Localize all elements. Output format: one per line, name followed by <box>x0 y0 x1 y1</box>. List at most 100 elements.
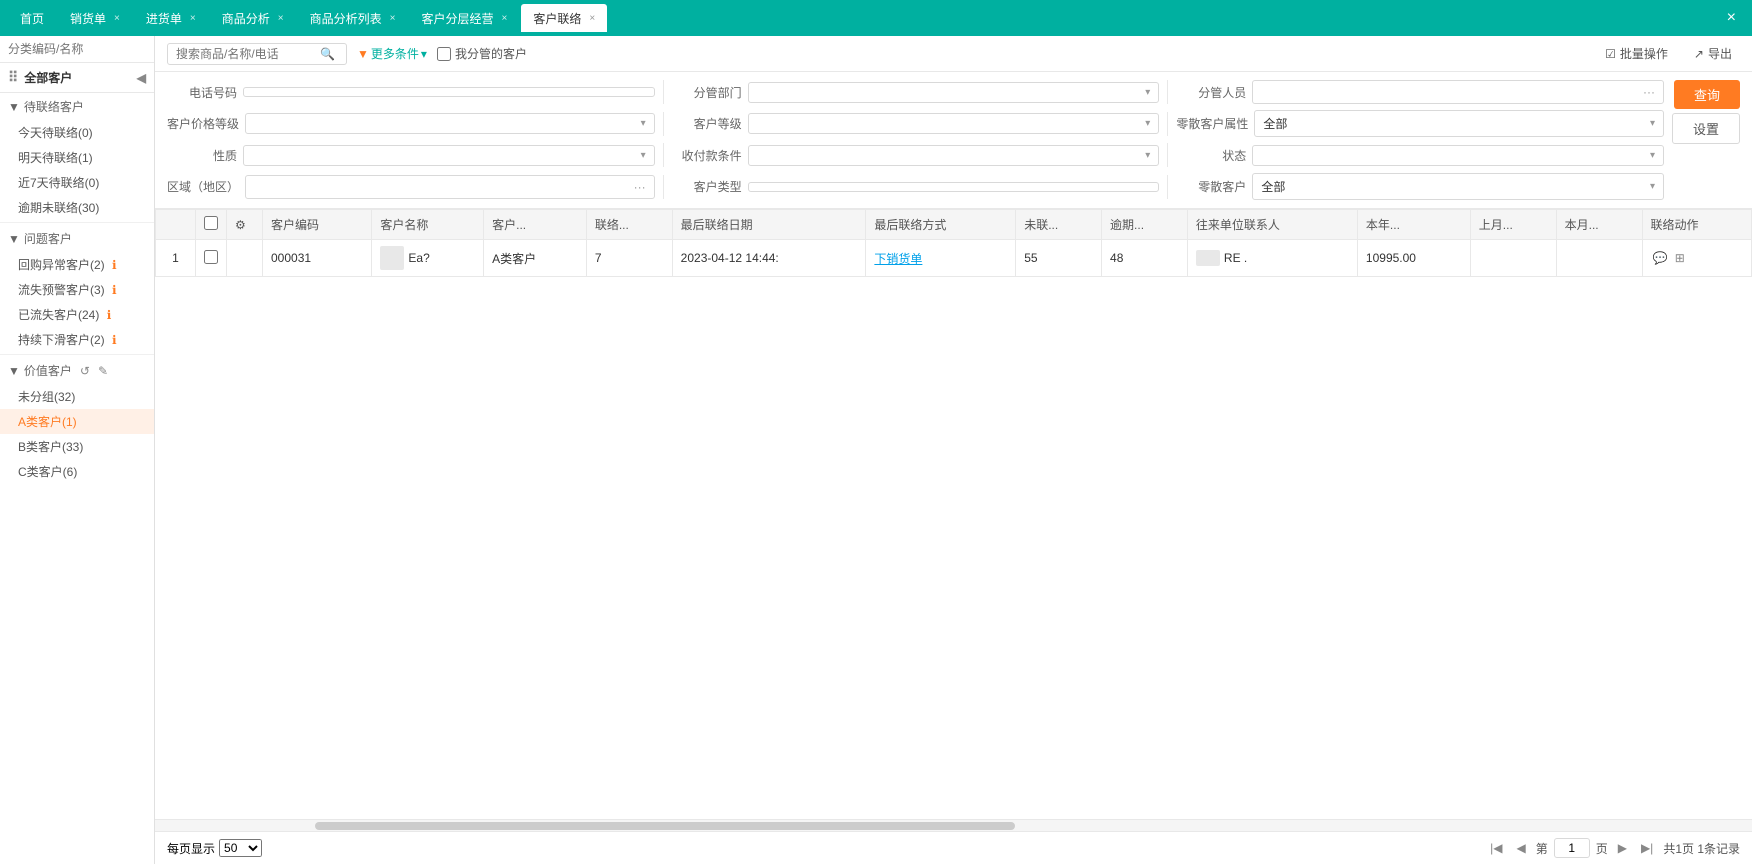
chevron-down-icon: ▾ <box>641 150 646 161</box>
nav-home[interactable]: 首页 <box>8 10 56 27</box>
scrollbar-thumb[interactable] <box>315 822 1015 830</box>
settings-button[interactable]: 设置 <box>1672 113 1740 144</box>
advanced-filter: 电话号码 分管部门 ▾ <box>155 72 1752 209</box>
query-button[interactable]: 查询 <box>1674 80 1740 109</box>
close-icon[interactable]: × <box>114 13 120 24</box>
search-input[interactable] <box>176 47 316 61</box>
sidebar-item-declining[interactable]: 持续下滑客户(2) ℹ <box>0 327 154 352</box>
filter-field-nature: 性质 ▾ <box>167 145 655 166</box>
section-label: 待联络客户 <box>24 98 84 115</box>
filter-label-region: 区域（地区） <box>167 178 239 195</box>
sidebar-item-b-class[interactable]: B类客户(33) <box>0 434 154 459</box>
prev-page-button[interactable]: ◀ <box>1512 841 1529 855</box>
filter-input-phone[interactable] <box>243 87 655 97</box>
my-customers-checkbox[interactable] <box>437 47 451 61</box>
chevron-down-icon: ▾ <box>1145 87 1150 98</box>
sidebar-item-today[interactable]: 今天待联络(0) <box>0 120 154 145</box>
nav-tab-sales[interactable]: 销货单 × <box>58 4 132 32</box>
cell-checkbox <box>196 240 227 277</box>
chat-icon[interactable]: 💬 <box>1651 251 1670 265</box>
col-header-this-year: 本年... <box>1357 210 1470 240</box>
page-number-input[interactable] <box>1554 838 1590 858</box>
sidebar-section-problem[interactable]: ▼ 问题客户 <box>0 225 154 252</box>
search-icon[interactable]: 🔍 <box>320 47 335 61</box>
cell-cust-level: A类客户 <box>484 240 587 277</box>
filter-input-region[interactable]: ··· <box>245 175 655 199</box>
sidebar-item-warning[interactable]: 流失预警客户(3) ℹ <box>0 277 154 302</box>
export-button[interactable]: ↗ 导出 <box>1686 42 1740 65</box>
cell-cust-code: 000031 <box>263 240 372 277</box>
filter-label-cust-type: 客户类型 <box>672 178 742 195</box>
filter-input-price-level[interactable]: ▾ <box>245 113 655 134</box>
filter-input-dept[interactable]: ▾ <box>748 82 1160 103</box>
sidebar-item-overdue[interactable]: 逾期未联络(30) <box>0 195 154 220</box>
sidebar-item-7days[interactable]: 近7天待联络(0) <box>0 170 154 195</box>
cell-this-month <box>1556 240 1642 277</box>
filter-input-nature[interactable]: ▾ <box>243 145 655 166</box>
section-label: 问题客户 <box>24 230 72 247</box>
chevron-down-icon: ▾ <box>1650 118 1655 129</box>
sidebar-item-lost[interactable]: 已流失客户(24) ℹ <box>0 302 154 327</box>
nav-tab-purchase[interactable]: 进货单 × <box>134 4 208 32</box>
page-size-select-input[interactable]: 50 100 200 <box>219 839 262 857</box>
filter-label-payment: 收付款条件 <box>672 147 742 164</box>
batch-op-button[interactable]: ☑ 批量操作 <box>1597 42 1676 65</box>
close-icon[interactable]: × <box>589 13 595 24</box>
more-conditions-btn[interactable]: ▼ 更多条件 ▾ <box>357 45 427 62</box>
filter-input-status[interactable]: ▾ <box>1252 145 1664 166</box>
sidebar-section-pending[interactable]: ▼ 待联络客户 <box>0 93 154 120</box>
qr-icon[interactable]: ⊞ <box>1673 251 1687 265</box>
nav-tab-customer-contact[interactable]: 客户联络 × <box>521 4 607 32</box>
table-container: ⚙ 客户编码 客户名称 客户... 联络... <box>155 209 1752 819</box>
first-page-button[interactable]: |◀ <box>1486 841 1506 855</box>
col-header-overdue: 逾期... <box>1102 210 1188 240</box>
ellipsis-icon: ··· <box>1643 85 1655 99</box>
filter-input-payment[interactable]: ▾ <box>748 145 1160 166</box>
col-header-settings[interactable]: ⚙ <box>227 210 263 240</box>
filter-field-payment: 收付款条件 ▾ <box>672 145 1160 166</box>
col-header-cust-code: 客户编码 <box>263 210 372 240</box>
action-buttons: 查询 设置 <box>1672 80 1740 144</box>
last-page-button[interactable]: ▶| <box>1637 841 1657 855</box>
checkbox-icon: ☑ <box>1605 47 1616 61</box>
filter-input-person[interactable]: ··· <box>1252 80 1664 104</box>
filter-input-scatter-prop[interactable]: 全部 ▾ <box>1254 110 1664 137</box>
filter-field-scatter-prop: 零散客户属性 全部 ▾ <box>1176 110 1664 137</box>
close-icon[interactable]: × <box>278 13 284 24</box>
nav-tab-customer-tier[interactable]: 客户分层经营 × <box>409 4 519 32</box>
collapse-icon[interactable]: ◀ <box>137 71 146 85</box>
select-all-checkbox[interactable] <box>204 216 218 230</box>
filter-bar: 🔍 ▼ 更多条件 ▾ 我分管的客户 ☑ 批量操作 ↗ 导出 <box>155 36 1752 72</box>
col-header-no-contact: 未联... <box>1016 210 1102 240</box>
close-icon[interactable]: × <box>501 13 507 24</box>
filter-input-cust-type[interactable] <box>748 182 1160 192</box>
sidebar-item-abnormal[interactable]: 回购异常客户(2) ℹ <box>0 252 154 277</box>
edit-icon[interactable]: ✎ <box>98 364 108 378</box>
filter-input-scatter-cust[interactable]: 全部 ▾ <box>1252 173 1664 200</box>
sidebar-item-c-class[interactable]: C类客户(6) <box>0 459 154 484</box>
sidebar-section-value[interactable]: ▼ 价值客户 ↺ ✎ <box>0 357 154 384</box>
filter-label-scatter-cust: 零散客户 <box>1176 178 1246 195</box>
nav-tab-analysis-list[interactable]: 商品分析列表 × <box>298 4 408 32</box>
cell-overdue: 48 <box>1102 240 1188 277</box>
page-end-label: 页 <box>1596 840 1608 857</box>
sidebar-search-input[interactable] <box>8 42 155 56</box>
filter-field-region: 区域（地区） ··· <box>167 175 655 199</box>
filter-row-2: 客户价格等级 ▾ 客户等级 ▾ <box>167 110 1664 137</box>
top-nav: 首页 销货单 × 进货单 × 商品分析 × 商品分析列表 × 客户分层经营 × … <box>0 0 1752 36</box>
close-icon[interactable]: × <box>390 13 396 24</box>
refresh-icon[interactable]: ↺ <box>80 364 90 378</box>
sidebar-item-a-class[interactable]: A类客户(1) <box>0 409 154 434</box>
sidebar-item-ungroup[interactable]: 未分组(32) <box>0 384 154 409</box>
sidebar-item-tomorrow[interactable]: 明天待联络(1) <box>0 145 154 170</box>
nav-tab-analysis[interactable]: 商品分析 × <box>210 4 296 32</box>
close-icon[interactable]: × <box>190 13 196 24</box>
chevron-down-icon: ▾ <box>1145 150 1150 161</box>
window-close-button[interactable]: × <box>1719 9 1744 27</box>
filter-label-person: 分管人员 <box>1176 84 1246 101</box>
filter-input-cust-level[interactable]: ▾ <box>748 113 1160 134</box>
next-page-button[interactable]: ▶ <box>1614 841 1631 855</box>
contact-method-link[interactable]: 下销货单 <box>874 252 922 266</box>
row-checkbox[interactable] <box>204 250 218 264</box>
horizontal-scrollbar[interactable] <box>155 819 1752 831</box>
